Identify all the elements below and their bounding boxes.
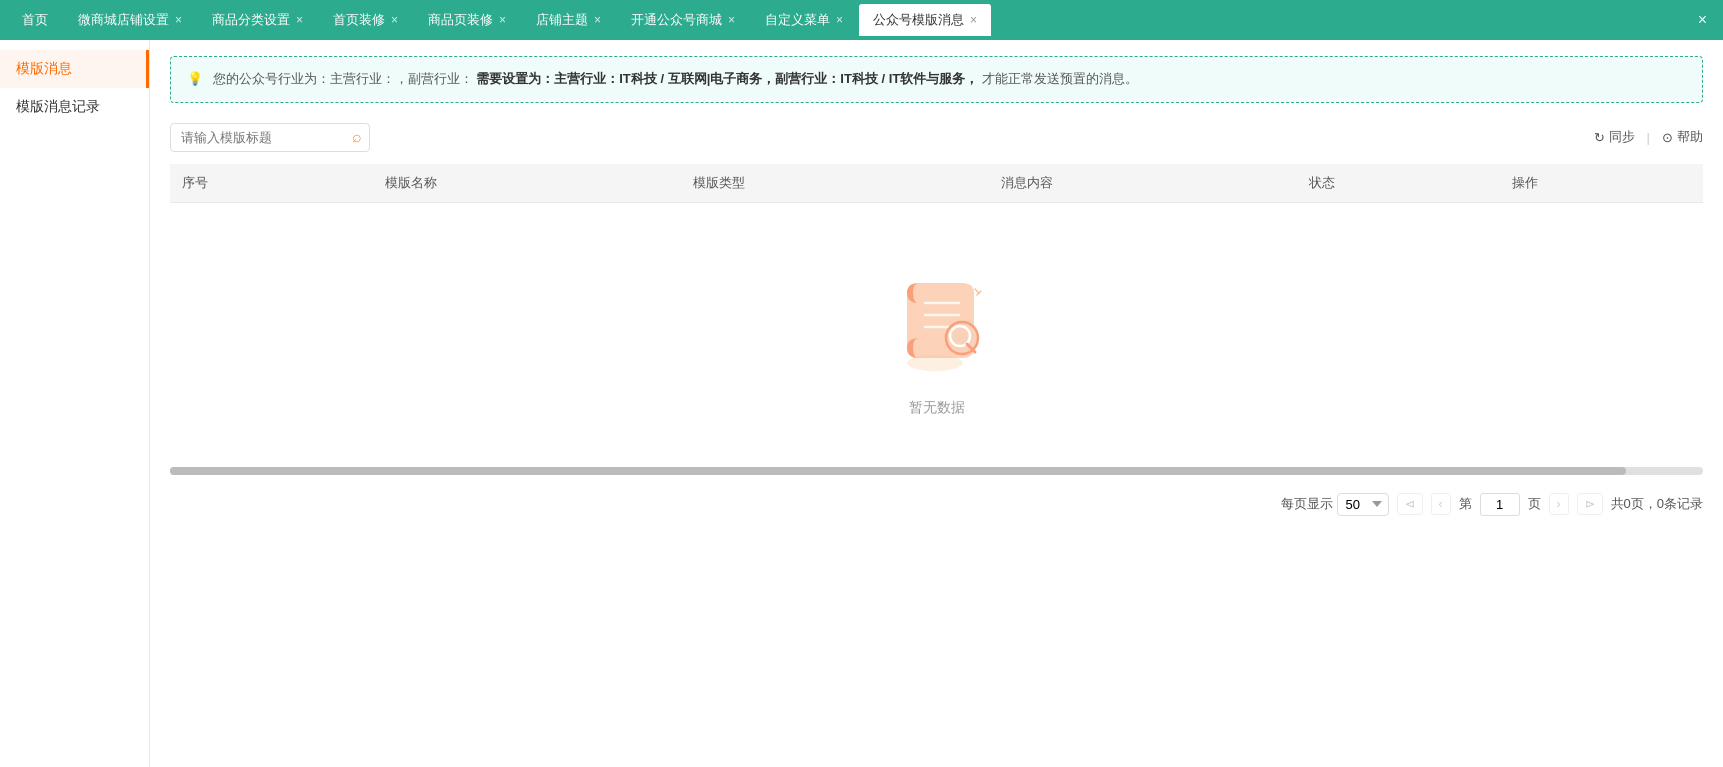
tab-close-shop-theme[interactable]: × xyxy=(594,14,601,26)
svg-line-8 xyxy=(975,289,979,293)
total-info: 共0页，0条记录 xyxy=(1611,495,1703,513)
search-icon-button[interactable]: ⌕ xyxy=(352,128,362,146)
col-header-status: 状态 xyxy=(1297,164,1500,203)
col-header-type: 模版类型 xyxy=(681,164,989,203)
search-left: ⌕ xyxy=(170,123,370,152)
tab-item-product-decor[interactable]: 商品页装修 × xyxy=(414,4,520,36)
tab-label-product-category: 商品分类设置 xyxy=(212,11,290,29)
sidebar: 模版消息模版消息记录 xyxy=(0,40,150,767)
tab-close-custom-menu[interactable]: × xyxy=(836,14,843,26)
notice-suffix: 才能正常发送预置的消息。 xyxy=(982,71,1138,86)
tab-label-shop-theme: 店铺主题 xyxy=(536,11,588,29)
pagination: 每页显示 50 10 20 100 ⊲ ‹ 第 页 › ⊳ 共0页，0条记录 xyxy=(170,485,1703,524)
help-icon: ⊙ xyxy=(1662,130,1673,145)
notice-highlight: 需要设置为：主营行业：IT科技 / 互联网|电子商务，副营行业：IT科技 / I… xyxy=(476,71,978,86)
divider-pipe: | xyxy=(1647,130,1650,145)
tab-close-product-decor[interactable]: × xyxy=(499,14,506,26)
page-label-before: 第 xyxy=(1459,495,1472,513)
sync-label: 同步 xyxy=(1609,128,1635,146)
tab-item-custom-menu[interactable]: 自定义菜单 × xyxy=(751,4,857,36)
tab-item-product-category[interactable]: 商品分类设置 × xyxy=(198,4,317,36)
search-right: ↻ 同步 | ⊙ 帮助 xyxy=(1594,128,1703,146)
tab-close-template-msg[interactable]: × xyxy=(970,14,977,26)
tab-close-product-category[interactable]: × xyxy=(296,14,303,26)
content-area: 💡 您的公众号行业为：主营行业：，副营行业： 需要设置为：主营行业：IT科技 /… xyxy=(150,40,1723,767)
col-header-seq: 序号 xyxy=(170,164,373,203)
data-table: 序号模版名称模版类型消息内容状态操作 xyxy=(170,164,1703,203)
page-size-label: 每页显示 xyxy=(1281,495,1333,513)
notice-box: 💡 您的公众号行业为：主营行业：，副营行业： 需要设置为：主营行业：IT科技 /… xyxy=(170,56,1703,103)
col-header-content: 消息内容 xyxy=(989,164,1297,203)
page-label-after: 页 xyxy=(1528,495,1541,513)
page-first-button[interactable]: ⊲ xyxy=(1397,493,1423,515)
tab-label-open-store: 开通公众号商城 xyxy=(631,11,722,29)
tab-item-open-store[interactable]: 开通公众号商城 × xyxy=(617,4,749,36)
tab-label-shop-settings: 微商城店铺设置 xyxy=(78,11,169,29)
page-number-input[interactable] xyxy=(1480,493,1520,516)
notice-prefix: 您的公众号行业为：主营行业：，副营行业： xyxy=(213,71,473,86)
tab-item-shop-theme[interactable]: 店铺主题 × xyxy=(522,4,615,36)
tab-item-homepage-decor[interactable]: 首页装修 × xyxy=(319,4,412,36)
tab-close-shop-settings[interactable]: × xyxy=(175,14,182,26)
close-all-button[interactable]: × xyxy=(1690,11,1715,29)
tab-item-template-msg[interactable]: 公众号模版消息 × xyxy=(859,4,991,36)
col-header-name: 模版名称 xyxy=(373,164,681,203)
sidebar-item-template-msg-log[interactable]: 模版消息记录 xyxy=(0,88,149,126)
notice-icon: 💡 xyxy=(187,71,203,86)
search-input[interactable] xyxy=(170,123,370,152)
table-header: 序号模版名称模版类型消息内容状态操作 xyxy=(170,164,1703,203)
tab-item-home[interactable]: 首页 xyxy=(8,4,62,36)
sync-icon: ↻ xyxy=(1594,130,1605,145)
tab-item-shop-settings[interactable]: 微商城店铺设置 × xyxy=(64,4,196,36)
sync-button[interactable]: ↻ 同步 xyxy=(1594,128,1635,146)
tab-label-home: 首页 xyxy=(22,11,48,29)
search-bar: ⌕ ↻ 同步 | ⊙ 帮助 xyxy=(170,123,1703,152)
help-button[interactable]: ⊙ 帮助 xyxy=(1662,128,1703,146)
col-header-action: 操作 xyxy=(1500,164,1703,203)
tab-label-template-msg: 公众号模版消息 xyxy=(873,11,964,29)
tab-label-custom-menu: 自定义菜单 xyxy=(765,11,830,29)
page-size-dropdown[interactable]: 50 10 20 100 xyxy=(1337,493,1389,516)
search-input-wrapper: ⌕ xyxy=(170,123,370,152)
page-next-button[interactable]: › xyxy=(1549,493,1569,515)
tab-label-product-decor: 商品页装修 xyxy=(428,11,493,29)
empty-state: 暂无数据 xyxy=(170,203,1703,457)
scroll-track[interactable] xyxy=(170,467,1703,475)
tab-close-open-store[interactable]: × xyxy=(728,14,735,26)
help-label: 帮助 xyxy=(1677,128,1703,146)
page-size-select: 每页显示 50 10 20 100 xyxy=(1281,493,1389,516)
main-layout: 模版消息模版消息记录 💡 您的公众号行业为：主营行业：，副营行业： 需要设置为：… xyxy=(0,40,1723,767)
tab-label-homepage-decor: 首页装修 xyxy=(333,11,385,29)
scroll-thumb[interactable] xyxy=(170,467,1626,475)
empty-text: 暂无数据 xyxy=(909,399,965,417)
tab-close-homepage-decor[interactable]: × xyxy=(391,14,398,26)
sidebar-item-template-msg[interactable]: 模版消息 xyxy=(0,50,149,88)
table-header-row: 序号模版名称模版类型消息内容状态操作 xyxy=(170,164,1703,203)
page-prev-button[interactable]: ‹ xyxy=(1431,493,1451,515)
empty-illustration xyxy=(877,263,997,383)
page-last-button[interactable]: ⊳ xyxy=(1577,493,1603,515)
tab-bar: 首页微商城店铺设置×商品分类设置×首页装修×商品页装修×店铺主题×开通公众号商城… xyxy=(0,0,1723,40)
